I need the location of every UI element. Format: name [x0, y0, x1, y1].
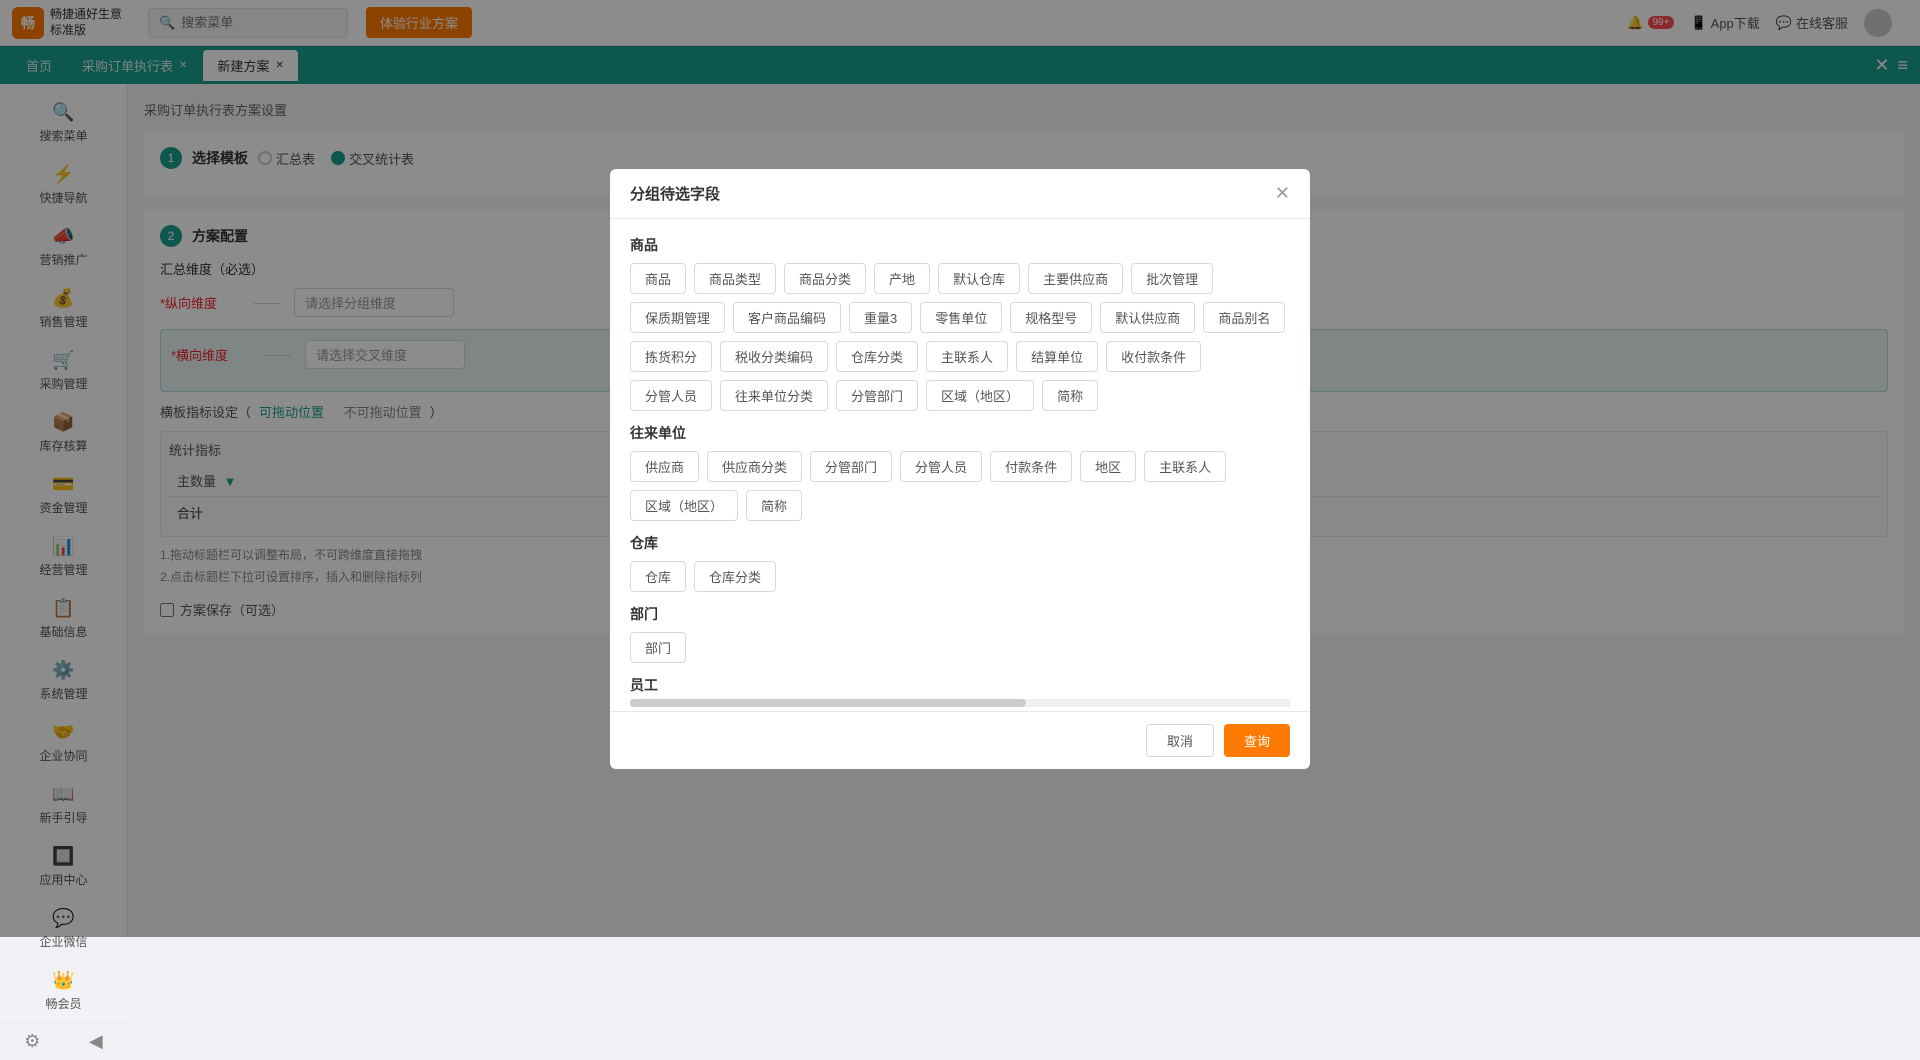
- sidebar-icon-14: 👑: [52, 970, 74, 991]
- field-tag-0-2[interactable]: 商品分类: [784, 263, 866, 294]
- collapse-icon[interactable]: ◀: [89, 1031, 103, 1052]
- settings-icon[interactable]: ⚙: [24, 1031, 40, 1052]
- field-tag-1-8[interactable]: 简称: [746, 490, 802, 521]
- confirm-button[interactable]: 查询: [1224, 724, 1290, 757]
- field-tag-0-10[interactable]: 零售单位: [920, 302, 1002, 333]
- field-tag-0-19[interactable]: 收付款条件: [1106, 341, 1201, 372]
- sidebar-bottom: ⚙ ◀: [0, 1022, 127, 1060]
- group-fields-1: 供应商供应商分类分管部门分管人员付款条件地区主联系人区域（地区） 简称: [630, 451, 1290, 521]
- field-tag-1-6[interactable]: 主联系人: [1144, 451, 1226, 482]
- field-tag-0-6[interactable]: 批次管理: [1131, 263, 1213, 294]
- field-tag-0-0[interactable]: 商品: [630, 263, 686, 294]
- field-tag-1-0[interactable]: 供应商: [630, 451, 699, 482]
- field-tag-0-5[interactable]: 主要供应商: [1028, 263, 1123, 294]
- field-tag-1-5[interactable]: 地区: [1080, 451, 1136, 482]
- field-tag-0-18[interactable]: 结算单位: [1016, 341, 1098, 372]
- modal-header: 分组待选字段 ✕: [610, 169, 1310, 219]
- field-tag-0-8[interactable]: 客户商品编码: [733, 302, 841, 333]
- modal-body[interactable]: 商品商品商品类型商品分类产地默认仓库主要供应商批次管理保质期管理客户商品编码重量…: [610, 219, 1310, 699]
- field-tag-0-20[interactable]: 分管人员: [630, 380, 712, 411]
- modal-title: 分组待选字段: [630, 183, 720, 204]
- group-title-4: 员工: [630, 675, 1290, 695]
- field-tag-0-17[interactable]: 主联系人: [926, 341, 1008, 372]
- field-tag-0-24[interactable]: 简称: [1042, 380, 1098, 411]
- group-title-1: 往来单位: [630, 423, 1290, 443]
- cancel-button[interactable]: 取消: [1146, 724, 1214, 757]
- field-tag-0-3[interactable]: 产地: [874, 263, 930, 294]
- field-tag-1-7[interactable]: 区域（地区）: [630, 490, 738, 521]
- group-fields-2: 仓库仓库分类: [630, 561, 1290, 592]
- field-tag-0-9[interactable]: 重量3: [849, 302, 912, 333]
- field-tag-0-4[interactable]: 默认仓库: [938, 263, 1020, 294]
- field-tag-1-4[interactable]: 付款条件: [990, 451, 1072, 482]
- field-tag-0-21[interactable]: 往来单位分类: [720, 380, 828, 411]
- group-fields-0: 商品商品类型商品分类产地默认仓库主要供应商批次管理保质期管理客户商品编码重量3 零…: [630, 263, 1290, 411]
- modal-close-btn[interactable]: ✕: [1275, 183, 1290, 204]
- field-tag-0-14[interactable]: 拣货积分: [630, 341, 712, 372]
- modal-dialog: 分组待选字段 ✕ 商品商品商品类型商品分类产地默认仓库主要供应商批次管理保质期管…: [610, 169, 1310, 769]
- field-tag-0-7[interactable]: 保质期管理: [630, 302, 725, 333]
- modal-footer: 取消 查询: [610, 711, 1310, 769]
- group-fields-3: 部门: [630, 632, 1290, 663]
- field-tag-0-23[interactable]: 区域（地区）: [926, 380, 1034, 411]
- sidebar-label-14: 畅会员: [45, 995, 81, 1012]
- field-tag-0-15[interactable]: 税收分类编码: [720, 341, 828, 372]
- field-tag-0-11[interactable]: 规格型号: [1010, 302, 1092, 333]
- sidebar-item-14[interactable]: 👑 畅会员: [0, 960, 127, 1022]
- field-tag-0-12[interactable]: 默认供应商: [1100, 302, 1195, 333]
- field-tag-1-2[interactable]: 分管部门: [810, 451, 892, 482]
- group-title-0: 商品: [630, 235, 1290, 255]
- field-tag-2-1[interactable]: 仓库分类: [694, 561, 776, 592]
- field-tag-0-13[interactable]: 商品别名: [1203, 302, 1285, 333]
- field-tag-3-0[interactable]: 部门: [630, 632, 686, 663]
- group-title-3: 部门: [630, 604, 1290, 624]
- field-tag-0-16[interactable]: 仓库分类: [836, 341, 918, 372]
- field-tag-0-22[interactable]: 分管部门: [836, 380, 918, 411]
- modal-hscroll: [610, 699, 1310, 711]
- field-tag-1-1[interactable]: 供应商分类: [707, 451, 802, 482]
- field-tag-1-3[interactable]: 分管人员: [900, 451, 982, 482]
- field-tag-0-1[interactable]: 商品类型: [694, 263, 776, 294]
- field-tag-2-0[interactable]: 仓库: [630, 561, 686, 592]
- modal-overlay: 分组待选字段 ✕ 商品商品商品类型商品分类产地默认仓库主要供应商批次管理保质期管…: [0, 0, 1920, 937]
- group-title-2: 仓库: [630, 533, 1290, 553]
